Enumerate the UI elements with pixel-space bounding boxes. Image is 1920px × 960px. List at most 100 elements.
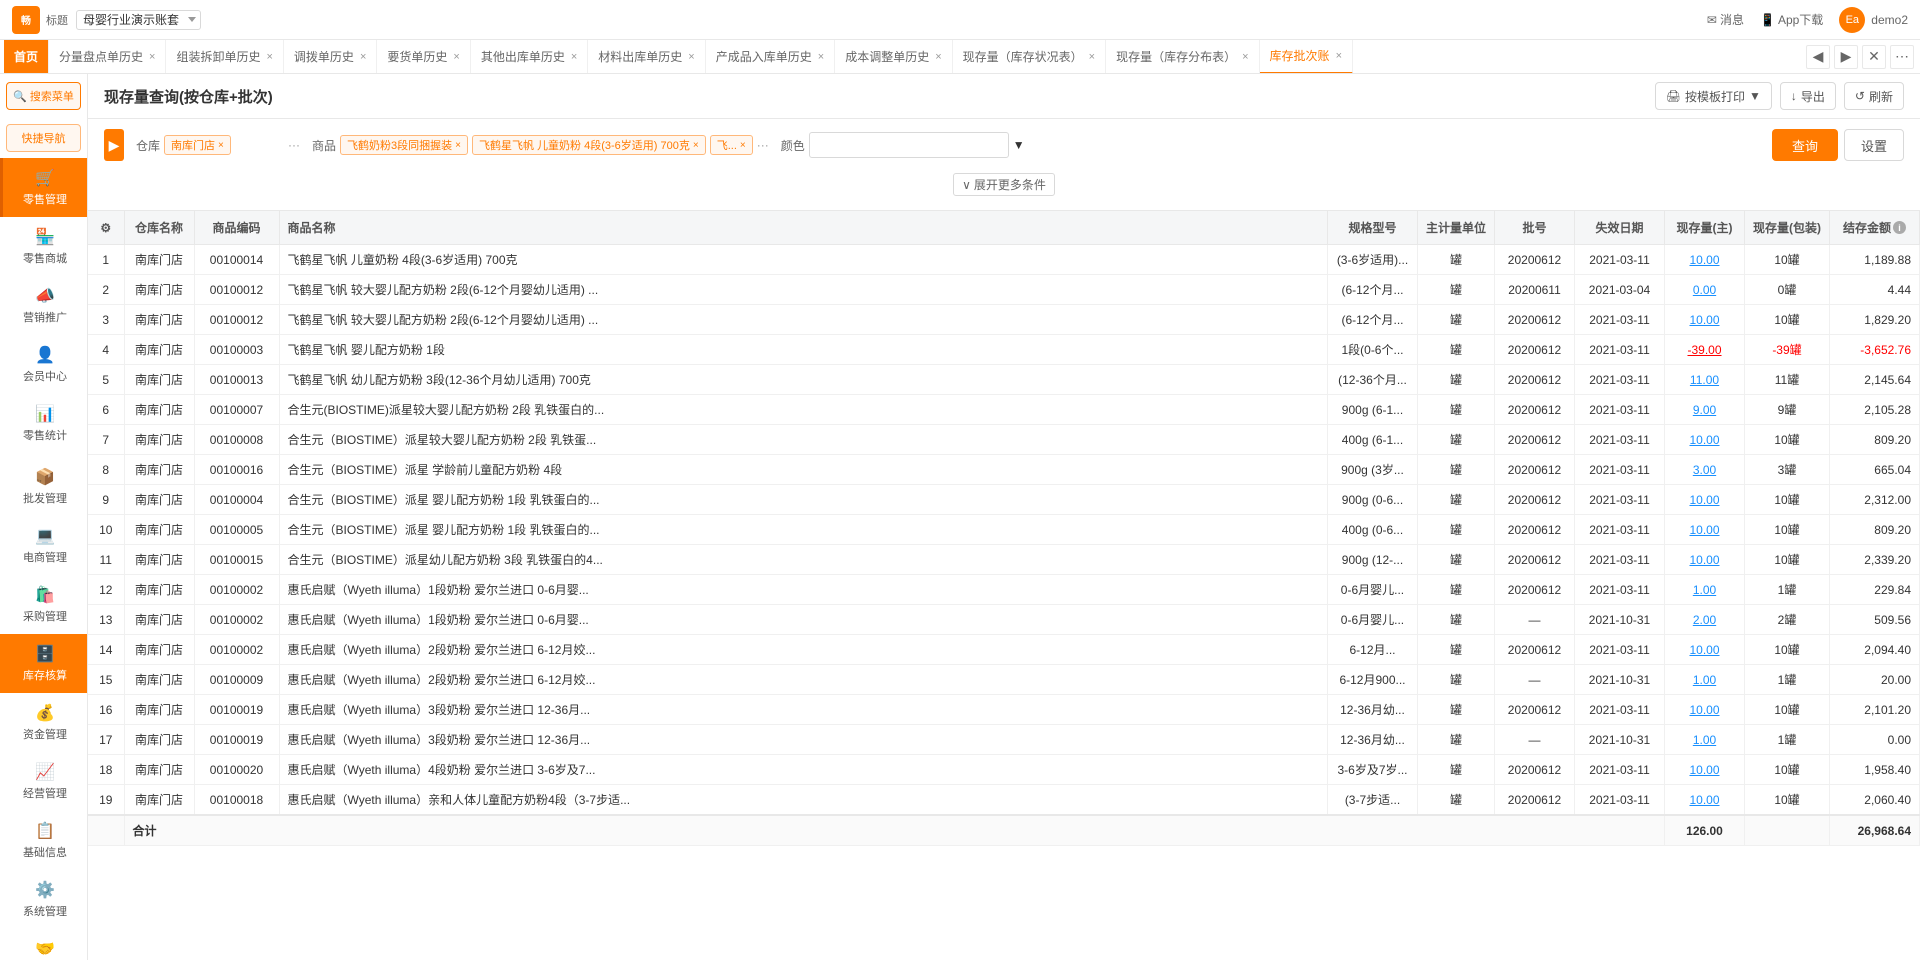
cell-name: 合生元（BIOSTIME）派星 婴儿配方奶粉 1段 乳铁蛋白的... <box>279 515 1327 545</box>
sidebar-item-enterprise[interactable]: 🤝 企业协同 <box>0 929 87 960</box>
cell-expire: 2021-03-11 <box>1575 485 1665 515</box>
tab-material-out[interactable]: 材料出库单历史 × <box>588 40 705 74</box>
cell-qty-pkg: 1罐 <box>1745 665 1830 695</box>
msg-icon: ✉ <box>1707 13 1717 27</box>
tab-close[interactable]: × <box>1242 51 1248 63</box>
settings-button[interactable]: 设置 <box>1844 129 1904 161</box>
tab-scroll-left[interactable]: ◀ <box>1806 45 1830 69</box>
tab-cost-adjust[interactable]: 成本调整单历史 × <box>835 40 952 74</box>
tab-inventory-status[interactable]: 现存量（库存状况表） × <box>953 40 1106 74</box>
th-settings[interactable]: ⚙ <box>88 211 124 245</box>
color-select[interactable] <box>809 132 1009 158</box>
cell-qty-main[interactable]: 10.00 <box>1665 785 1745 816</box>
cell-code: 00100019 <box>194 695 279 725</box>
tab-requisition[interactable]: 要货单历史 × <box>377 40 470 74</box>
refresh-button[interactable]: ↺ 刷新 <box>1844 82 1904 110</box>
tab-close[interactable]: × <box>688 51 694 63</box>
tab-batch-voucher[interactable]: 库存批次账 × <box>1260 40 1353 74</box>
product-tag-close-2[interactable]: × <box>693 140 699 151</box>
sidebar-item-basic[interactable]: 📋 基础信息 <box>0 811 87 870</box>
cell-code: 00100003 <box>194 335 279 365</box>
sidebar-item-finance[interactable]: 💰 资金管理 <box>0 693 87 752</box>
tab-label: 成本调整单历史 <box>845 48 929 65</box>
tab-close[interactable]: × <box>571 51 577 63</box>
cell-qty-main[interactable]: 10.00 <box>1665 245 1745 275</box>
cell-qty-main[interactable]: 10.00 <box>1665 425 1745 455</box>
app-download-btn[interactable]: 📱 App下载 <box>1760 11 1823 28</box>
tab-close[interactable]: × <box>818 51 824 63</box>
sidebar-item-member[interactable]: 👤 会员中心 <box>0 335 87 394</box>
sidebar-item-purchase[interactable]: 🛍️ 采购管理 <box>0 575 87 634</box>
tab-menu[interactable]: ⋯ <box>1890 45 1914 69</box>
product-tag-close-3[interactable]: × <box>740 140 746 151</box>
msg-btn[interactable]: ✉ 消息 <box>1707 11 1744 28</box>
product-tag-3[interactable]: 飞... × <box>710 135 753 155</box>
cell-balance: 2,105.28 <box>1830 395 1920 425</box>
tab-product-in[interactable]: 产成品入库单历史 × <box>706 40 835 74</box>
cell-qty-main[interactable]: 1.00 <box>1665 575 1745 605</box>
tab-inventory-dist[interactable]: 现存量（库存分布表） × <box>1106 40 1259 74</box>
tab-split-inventory[interactable]: 分量盘点单历史 × <box>49 40 166 74</box>
tab-scroll-right[interactable]: ▶ <box>1834 45 1858 69</box>
cell-qty-pkg: 10罐 <box>1745 245 1830 275</box>
cell-qty-main[interactable]: 10.00 <box>1665 695 1745 725</box>
cell-qty-main[interactable]: 1.00 <box>1665 725 1745 755</box>
sidebar-item-retail-mall[interactable]: 🏪 零售商城 <box>0 217 87 276</box>
product-tag-close-1[interactable]: × <box>455 140 461 151</box>
cell-qty-main[interactable]: 0.00 <box>1665 275 1745 305</box>
tab-other-out[interactable]: 其他出库单历史 × <box>471 40 588 74</box>
tab-close[interactable]: × <box>149 51 155 63</box>
search-menu-button[interactable]: 🔍 搜索菜单 <box>6 82 81 110</box>
cell-spec: 0-6月婴儿... <box>1327 605 1417 635</box>
product-tag-1[interactable]: 飞鹤奶粉3段同捆握装 × <box>340 135 468 155</box>
sidebar-item-inventory[interactable]: 🗄️ 库存核算 <box>0 634 87 693</box>
cell-qty-main[interactable]: 11.00 <box>1665 365 1745 395</box>
tab-label: 组装拆卸单历史 <box>176 48 260 65</box>
cell-qty-main[interactable]: 10.00 <box>1665 635 1745 665</box>
tab-mix[interactable]: 调拨单历史 × <box>284 40 377 74</box>
product-more[interactable]: ··· <box>757 138 769 152</box>
tab-close[interactable]: × <box>266 51 272 63</box>
user-area[interactable]: Ea demo2 <box>1839 7 1908 33</box>
breadcrumb-select[interactable]: 母婴行业演示账套 <box>76 10 201 30</box>
sidebar-item-operations[interactable]: 📈 经营管理 <box>0 752 87 811</box>
sidebar-item-ecommerce[interactable]: 💻 电商管理 <box>0 516 87 575</box>
cell-expire: 2021-03-11 <box>1575 395 1665 425</box>
cell-qty-main[interactable]: 10.00 <box>1665 515 1745 545</box>
query-button[interactable]: 查询 <box>1772 129 1838 161</box>
balance-info-icon[interactable]: i <box>1893 221 1906 234</box>
cell-qty-main[interactable]: 10.00 <box>1665 485 1745 515</box>
cell-qty-main[interactable]: 9.00 <box>1665 395 1745 425</box>
product-tag-2[interactable]: 飞鹤星飞帆 儿童奶粉 4段(3-6岁适用) 700克 × <box>472 135 706 155</box>
tab-close-all[interactable]: ✕ <box>1862 45 1886 69</box>
cell-qty-main[interactable]: 1.00 <box>1665 665 1745 695</box>
template-print-button[interactable]: 🖨 按模板打印 ▼ <box>1655 82 1772 110</box>
tab-close[interactable]: × <box>360 51 366 63</box>
tab-close[interactable]: × <box>935 51 941 63</box>
quick-nav-button[interactable]: 快捷导航 <box>6 124 81 152</box>
cell-qty-main[interactable]: 10.00 <box>1665 755 1745 785</box>
cell-qty-main[interactable]: 2.00 <box>1665 605 1745 635</box>
cell-qty-main[interactable]: 3.00 <box>1665 455 1745 485</box>
tab-close[interactable]: × <box>1089 51 1095 63</box>
sidebar-item-wholesale[interactable]: 📦 批发管理 <box>0 457 87 516</box>
tab-close[interactable]: × <box>1336 50 1342 62</box>
warehouse-tag-1[interactable]: 南库门店 × <box>164 135 231 155</box>
filter-toggle[interactable]: ▶ <box>104 129 124 161</box>
expand-more-conditions[interactable]: ∨ 展开更多条件 <box>953 173 1055 196</box>
sidebar-item-system[interactable]: ⚙️ 系统管理 <box>0 870 87 929</box>
cell-qty-main[interactable]: 10.00 <box>1665 545 1745 575</box>
warehouse-more[interactable]: ··· <box>288 138 300 152</box>
tab-disassemble[interactable]: 组装拆卸单历史 × <box>166 40 283 74</box>
tab-close[interactable]: × <box>453 51 459 63</box>
cell-balance: 0.00 <box>1830 725 1920 755</box>
sidebar-item-marketing[interactable]: 📣 营销推广 <box>0 276 87 335</box>
cell-qty-main[interactable]: -39.00 <box>1665 335 1745 365</box>
tab-home[interactable]: 首页 <box>4 40 49 74</box>
sidebar-item-retail-stats[interactable]: 📊 零售统计 <box>0 394 87 453</box>
sidebar-item-retail[interactable]: 🛒 零售管理 <box>0 158 87 217</box>
settings-gear-icon[interactable]: ⚙ <box>100 221 111 235</box>
cell-qty-main[interactable]: 10.00 <box>1665 305 1745 335</box>
warehouse-tag-close[interactable]: × <box>218 140 224 151</box>
export-button[interactable]: ↓ 导出 <box>1780 82 1836 110</box>
